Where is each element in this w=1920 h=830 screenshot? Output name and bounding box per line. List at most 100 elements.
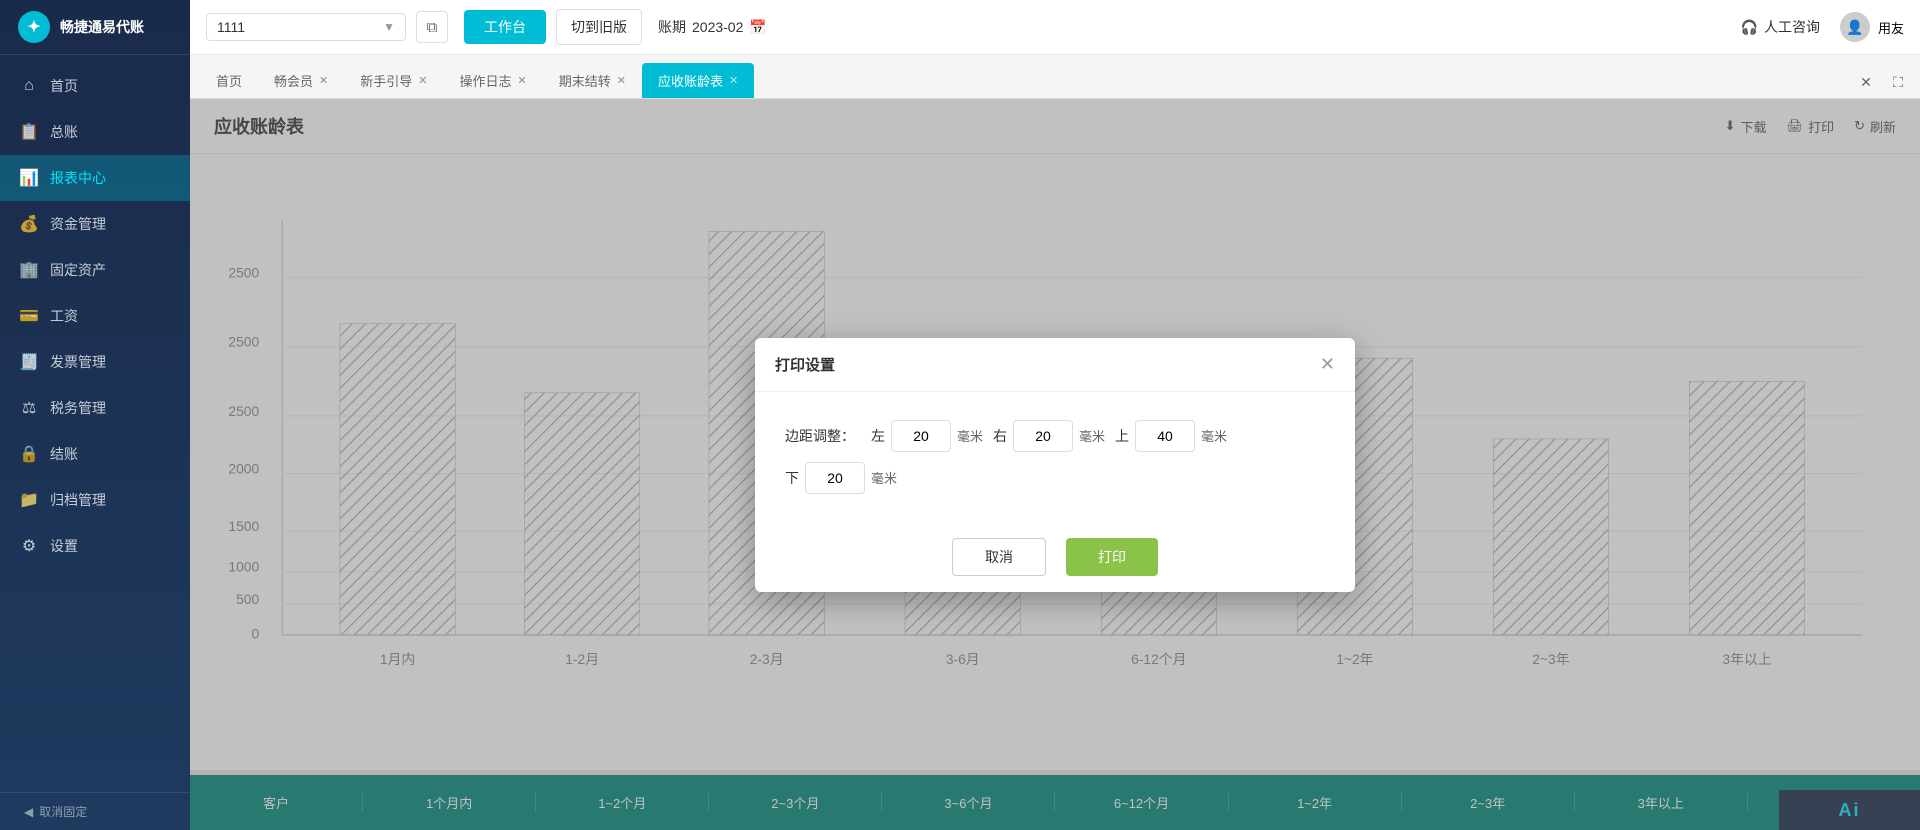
sidebar-nav: ⌂ 首页 📋 总账 📊 报表中心 💰 资金管理 🏢 固定资产 💳 工资 🧾 发票… bbox=[0, 55, 190, 792]
modal-body: 边距调整： 左 毫米 右 毫米 上 bbox=[755, 392, 1355, 522]
close-icon: ✕ bbox=[1860, 74, 1872, 91]
header-right: 🎧 人工咨询 👤 用友 bbox=[1741, 12, 1904, 42]
tab-label-araging: 应收账龄表 bbox=[658, 71, 723, 90]
modal-overlay: 打印设置 ✕ 边距调整： 左 毫米 右 毫米 bbox=[190, 99, 1920, 830]
sidebar-icon-settings: ⚙ bbox=[18, 535, 40, 557]
maximize-icon: ⛶ bbox=[1893, 74, 1903, 91]
sidebar-item-assets[interactable]: 🏢 固定资产 bbox=[0, 247, 190, 293]
right-unit: 毫米 bbox=[1079, 426, 1105, 445]
sidebar-label-reports: 报表中心 bbox=[50, 168, 106, 188]
bottom-margin-input[interactable] bbox=[805, 462, 865, 494]
modal-header: 打印设置 ✕ bbox=[755, 338, 1355, 392]
switch-version-button[interactable]: 切到旧版 bbox=[556, 9, 642, 45]
tab-close-member[interactable]: ✕ bbox=[319, 74, 328, 87]
sidebar-item-reports[interactable]: 📊 报表中心 bbox=[0, 155, 190, 201]
sidebar-item-settings[interactable]: ⚙ 设置 bbox=[0, 523, 190, 569]
consult-button[interactable]: 🎧 人工咨询 bbox=[1741, 17, 1820, 37]
print-settings-modal: 打印设置 ✕ 边距调整： 左 毫米 右 毫米 bbox=[755, 338, 1355, 592]
tab-guide[interactable]: 新手引导 ✕ bbox=[344, 63, 443, 98]
sidebar-icon-funds: 💰 bbox=[18, 213, 40, 235]
tab-yearend[interactable]: 期末结转 ✕ bbox=[543, 63, 642, 98]
bottom-margin-group: 下 毫米 bbox=[785, 462, 897, 494]
content-area: 应收账龄表 ⬇ 下载 🖨 打印 ↻ 刷新 bbox=[190, 99, 1920, 830]
workspace-button[interactable]: 工作台 bbox=[464, 10, 546, 44]
left-label: 左 bbox=[871, 426, 885, 446]
company-arrow-icon: ▼ bbox=[383, 20, 395, 34]
logo-icon: ✦ bbox=[18, 11, 50, 43]
tab-label-member: 畅会员 bbox=[274, 71, 313, 90]
tab-label-guide: 新手引导 bbox=[360, 71, 412, 90]
company-name: 1111 bbox=[217, 19, 375, 35]
sidebar-label-home: 首页 bbox=[50, 76, 78, 96]
user-avatar-icon: 👤 bbox=[1846, 19, 1863, 36]
user-menu[interactable]: 👤 用友 bbox=[1840, 12, 1904, 42]
top-label: 上 bbox=[1115, 426, 1129, 446]
sidebar-item-archive[interactable]: 📁 归档管理 bbox=[0, 477, 190, 523]
right-margin-group: 右 毫米 bbox=[993, 420, 1105, 452]
sidebar-icon-reports: 📊 bbox=[18, 167, 40, 189]
confirm-print-button[interactable]: 打印 bbox=[1066, 538, 1158, 576]
sidebar-logo: ✦ 畅捷通易代账 bbox=[0, 0, 190, 55]
sidebar-label-settings: 设置 bbox=[50, 536, 78, 556]
left-margin-input[interactable] bbox=[891, 420, 951, 452]
sidebar-item-settlement[interactable]: 🔒 结账 bbox=[0, 431, 190, 477]
sidebar-label-invoice: 发票管理 bbox=[50, 352, 106, 372]
tab-member[interactable]: 畅会员 ✕ bbox=[258, 63, 344, 98]
collapse-icon: ◀ bbox=[24, 805, 33, 819]
modal-footer: 取消 打印 bbox=[755, 522, 1355, 592]
sidebar-collapse-btn[interactable]: ◀ 取消固定 bbox=[0, 792, 190, 830]
margin-adjust-label: 边距调整： bbox=[785, 426, 855, 446]
header: 1111 ▼ ⧉ 工作台 切到旧版 账期 2023-02 📅 🎧 人工咨询 👤 … bbox=[190, 0, 1920, 55]
tabbar-actions: ✕ ⛶ bbox=[1854, 70, 1910, 98]
sidebar: ✦ 畅捷通易代账 ⌂ 首页 📋 总账 📊 报表中心 💰 资金管理 🏢 固定资产 … bbox=[0, 0, 190, 830]
period-value: 2023-02 bbox=[692, 19, 743, 35]
collapse-label: 取消固定 bbox=[39, 803, 87, 820]
headset-icon: 🎧 bbox=[1741, 19, 1758, 36]
modal-title: 打印设置 bbox=[775, 354, 835, 375]
period-display: 账期 2023-02 📅 bbox=[658, 17, 767, 37]
top-unit: 毫米 bbox=[1201, 426, 1227, 445]
sidebar-label-funds: 资金管理 bbox=[50, 214, 106, 234]
sidebar-item-tax[interactable]: ⚖ 税务管理 bbox=[0, 385, 190, 431]
right-label: 右 bbox=[993, 426, 1007, 446]
cancel-button[interactable]: 取消 bbox=[952, 538, 1046, 576]
sidebar-icon-salary: 💳 bbox=[18, 305, 40, 327]
sidebar-item-ledger[interactable]: 📋 总账 bbox=[0, 109, 190, 155]
consult-label: 人工咨询 bbox=[1764, 17, 1820, 37]
top-margin-input[interactable] bbox=[1135, 420, 1195, 452]
bottom-unit: 毫米 bbox=[871, 468, 897, 487]
company-select[interactable]: 1111 ▼ bbox=[206, 13, 406, 41]
sidebar-icon-settlement: 🔒 bbox=[18, 443, 40, 465]
sidebar-item-home[interactable]: ⌂ 首页 bbox=[0, 63, 190, 109]
modal-close-button[interactable]: ✕ bbox=[1320, 355, 1335, 373]
sidebar-item-funds[interactable]: 💰 资金管理 bbox=[0, 201, 190, 247]
bottom-label: 下 bbox=[785, 468, 799, 488]
main-area: 1111 ▼ ⧉ 工作台 切到旧版 账期 2023-02 📅 🎧 人工咨询 👤 … bbox=[190, 0, 1920, 830]
sidebar-icon-ledger: 📋 bbox=[18, 121, 40, 143]
tab-label-home: 首页 bbox=[216, 71, 242, 90]
tab-label-oplog: 操作日志 bbox=[459, 71, 511, 90]
maximize-tab-button[interactable]: ⛶ bbox=[1886, 70, 1910, 94]
tab-araging[interactable]: 应收账龄表 ✕ bbox=[642, 63, 754, 98]
period-label: 账期 bbox=[658, 17, 686, 37]
sidebar-item-invoice[interactable]: 🧾 发票管理 bbox=[0, 339, 190, 385]
copy-button[interactable]: ⧉ bbox=[416, 11, 448, 43]
tab-home[interactable]: 首页 bbox=[200, 63, 258, 98]
tab-close-oplog[interactable]: ✕ bbox=[518, 74, 527, 87]
tab-close-yearend[interactable]: ✕ bbox=[617, 74, 626, 87]
sidebar-icon-archive: 📁 bbox=[18, 489, 40, 511]
tab-label-yearend: 期末结转 bbox=[559, 71, 611, 90]
tab-close-araging[interactable]: ✕ bbox=[729, 74, 738, 87]
right-margin-input[interactable] bbox=[1013, 420, 1073, 452]
sidebar-item-salary[interactable]: 💳 工资 bbox=[0, 293, 190, 339]
close-all-tabs-button[interactable]: ✕ bbox=[1854, 70, 1878, 94]
left-margin-group: 左 毫米 bbox=[871, 420, 983, 452]
logo-text: 畅捷通易代账 bbox=[60, 17, 144, 37]
tab-oplog[interactable]: 操作日志 ✕ bbox=[443, 63, 542, 98]
copy-icon: ⧉ bbox=[427, 19, 438, 36]
sidebar-label-archive: 归档管理 bbox=[50, 490, 106, 510]
sidebar-icon-invoice: 🧾 bbox=[18, 351, 40, 373]
calendar-icon[interactable]: 📅 bbox=[749, 19, 766, 36]
tab-close-guide[interactable]: ✕ bbox=[418, 74, 427, 87]
sidebar-label-tax: 税务管理 bbox=[50, 398, 106, 418]
